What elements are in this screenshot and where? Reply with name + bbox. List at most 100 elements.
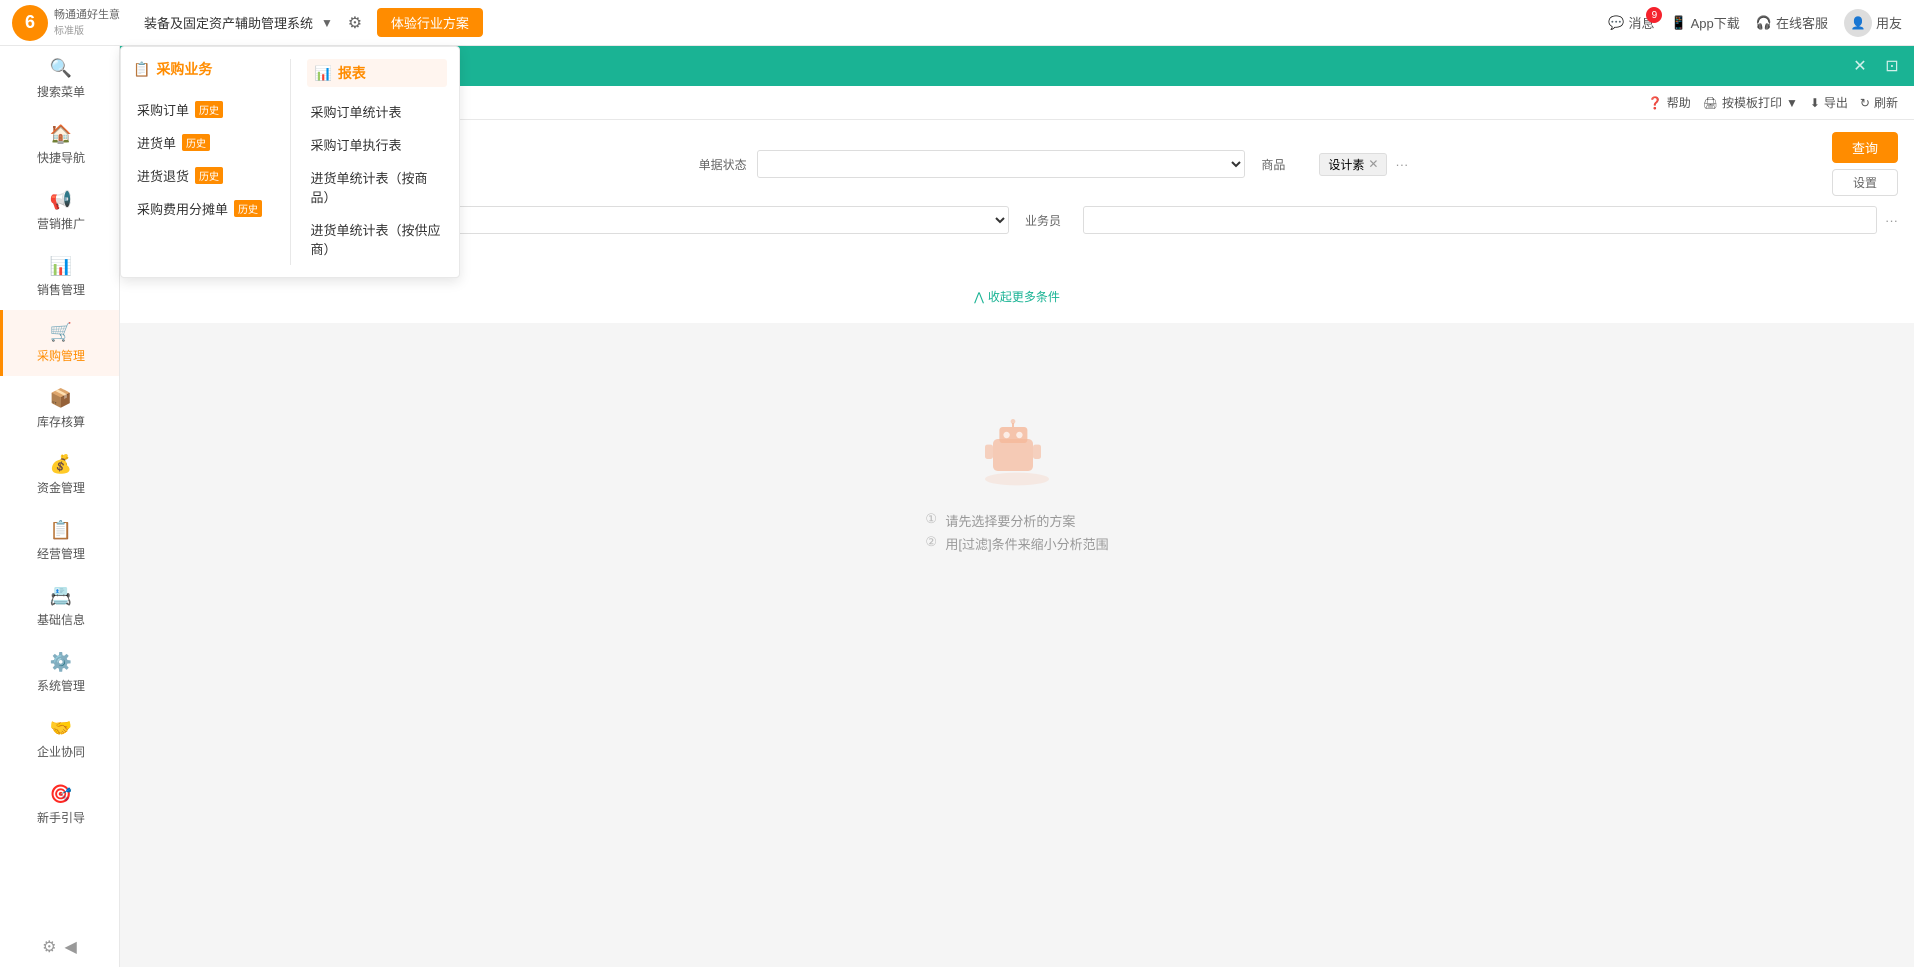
avatar: 👤 (1844, 9, 1872, 37)
dropdown-divider (290, 59, 291, 265)
return-history-badge: 历史 (195, 167, 223, 184)
dropdown-item-po-exec[interactable]: 采购订单执行表 (307, 128, 448, 161)
sidebar-item-sales[interactable]: 📊 销售管理 (0, 244, 119, 310)
sidebar-item-inventory-label: 库存核算 (37, 413, 85, 430)
refresh-icon: ↻ (1860, 96, 1870, 110)
dropdown-item-po[interactable]: 采购订单 历史 (133, 93, 274, 126)
dropdown-item-expense[interactable]: 采购费用分摊单 历史 (133, 192, 274, 225)
help-icon: ❓ (1648, 96, 1663, 110)
sidebar-item-purchase[interactable]: 🛒 采购管理 (0, 310, 119, 376)
sidebar-bottom: ⚙ ◀ (0, 927, 119, 967)
dropdown-item-receipt-stat-goods[interactable]: 进货单统计表（按商品） (307, 161, 448, 213)
help-btn[interactable]: ❓ 帮助 (1648, 94, 1691, 111)
refresh-btn[interactable]: ↻ 刷新 (1860, 94, 1898, 111)
doc-status-filter: 单据状态 (699, 150, 1246, 178)
dropdown-item-expense-label: 采购费用分摊单 (137, 199, 228, 218)
app-container: 6 畅通通好生意 标准版 装备及固定资产辅助管理系统 ▼ ⚙ 体验行业方案 💬 … (0, 0, 1914, 967)
empty-illustration (967, 411, 1067, 491)
sidebar-item-collab[interactable]: 🤝 企业协同 (0, 706, 119, 772)
collapse-btn[interactable]: ⋀ 收起更多条件 (136, 282, 1898, 311)
tab-maximize-btn[interactable]: ⊡ (1878, 52, 1906, 80)
operations-icon: 📋 (50, 520, 72, 541)
goods-tag-value: 设计素 (1328, 156, 1364, 173)
staff-input[interactable] (1083, 206, 1877, 234)
sidebar-item-home-label: 快捷导航 (37, 149, 85, 166)
goods-dots[interactable]: ··· (1395, 157, 1408, 172)
collapse-label: 收起更多条件 (988, 288, 1060, 305)
empty-tip-2: 用[过滤]条件来缩小分析范围 (925, 534, 1108, 553)
app-download-label: App下载 (1691, 13, 1740, 32)
sidebar-item-finance[interactable]: 💰 资金管理 (0, 442, 119, 508)
sidebar-item-operations[interactable]: 📋 经营管理 (0, 508, 119, 574)
dropdown-item-po-exec-label: 采购订单执行表 (311, 135, 402, 154)
goods-tag-close[interactable]: ✕ (1368, 157, 1378, 171)
sidebar-item-search[interactable]: 🔍 搜索菜单 (0, 46, 119, 112)
inventory-icon: 📦 (50, 388, 72, 409)
export-btn[interactable]: ⬇ 导出 (1810, 94, 1848, 111)
query-btn[interactable]: 查询 (1832, 132, 1898, 163)
print-icon: 🖨 (1703, 96, 1718, 110)
header-nav: 装备及固定资产辅助管理系统 ▼ ⚙ 体验行业方案 (132, 8, 1608, 37)
headset-icon: 🎧 (1756, 15, 1772, 31)
industry-btn[interactable]: 体验行业方案 (377, 8, 483, 37)
sidebar-item-search-label: 搜索菜单 (37, 83, 85, 100)
tab-close-window-btn[interactable]: ✕ (1846, 52, 1874, 80)
sidebar-item-collab-label: 企业协同 (37, 743, 85, 760)
collapse-icon: ⋀ (974, 290, 984, 304)
dropdown-columns: 📋 采购业务 采购订单 历史 进货单 历史 进货退货 历史 (121, 59, 459, 265)
dropdown-item-receipt[interactable]: 进货单 历史 (133, 126, 274, 159)
set-btn[interactable]: 设置 (1832, 169, 1898, 196)
print-label: 按模板打印 (1722, 94, 1782, 111)
print-btn[interactable]: 🖨 按模板打印 ▼ (1703, 94, 1798, 111)
dropdown-item-po-stat[interactable]: 采购订单统计表 (307, 95, 448, 128)
dropdown-col-reports: 📊 报表 采购订单统计表 采购订单执行表 进货单统计表（按商品） 进货单统计表（… (295, 59, 460, 265)
messages-btn[interactable]: 💬 消息 9 (1608, 13, 1654, 32)
print-dropdown-icon: ▼ (1786, 96, 1798, 110)
dropdown-item-receipt-stat-goods-label: 进货单统计表（按商品） (311, 168, 444, 206)
sidebar-item-marketing-label: 营销推广 (37, 215, 85, 232)
message-icon: 💬 (1608, 15, 1624, 31)
logo-text-area: 畅通通好生意 标准版 (54, 8, 120, 37)
header-right: 💬 消息 9 📱 App下载 🎧 在线客服 👤 用友 (1608, 9, 1902, 37)
system-icon: ⚙️ (50, 652, 72, 673)
sidebar-item-marketing[interactable]: 📢 营销推广 (0, 178, 119, 244)
app-download-btn[interactable]: 📱 App下载 (1670, 13, 1739, 32)
empty-tips: 请先选择要分析的方案 用[过滤]条件来缩小分析范围 (925, 507, 1108, 557)
dropdown-item-return[interactable]: 进货退货 历史 (133, 159, 274, 192)
sidebar-item-home[interactable]: 🏠 快捷导航 (0, 112, 119, 178)
sidebar-item-basic[interactable]: 📇 基础信息 (0, 574, 119, 640)
user-btn[interactable]: 👤 用友 (1844, 9, 1902, 37)
sidebar-collapse-btn[interactable]: ◀ (65, 937, 77, 957)
sidebar-item-purchase-label: 采购管理 (37, 347, 85, 364)
basic-icon: 📇 (50, 586, 72, 607)
sidebar-item-sales-label: 销售管理 (37, 281, 85, 298)
sidebar-item-system[interactable]: ⚙️ 系统管理 (0, 640, 119, 706)
collab-icon: 🤝 (50, 718, 72, 739)
main-layout: 🔍 搜索菜单 🏠 快捷导航 📢 营销推广 📊 销售管理 🛒 采购管理 📦 (0, 46, 1914, 967)
sidebar-item-operations-label: 经营管理 (37, 545, 85, 562)
filter-actions: 查询 设置 (1832, 132, 1898, 196)
guide-icon: 🎯 (50, 784, 72, 805)
online-service-btn[interactable]: 🎧 在线客服 (1756, 13, 1828, 32)
phone-icon: 📱 (1670, 15, 1686, 31)
sidebar-item-guide-label: 新手引导 (37, 809, 85, 826)
sidebar-settings-btn[interactable]: ⚙ (42, 937, 56, 957)
home-icon: 🏠 (50, 124, 72, 145)
settings-btn[interactable]: ⚙ (341, 9, 369, 37)
dropdown-item-receipt-stat-supplier[interactable]: 进货单统计表（按供应商） (307, 213, 448, 265)
goods-label: 商品 (1261, 156, 1311, 173)
purchase-biz-icon: 📋 (133, 61, 150, 78)
sidebar: 🔍 搜索菜单 🏠 快捷导航 📢 营销推广 📊 销售管理 🛒 采购管理 📦 (0, 46, 120, 967)
system-dropdown-btn[interactable]: ▼ (321, 16, 333, 30)
staff-dots[interactable]: ··· (1885, 213, 1898, 228)
sidebar-item-guide[interactable]: 🎯 新手引导 (0, 772, 119, 838)
report-label: 报表 (338, 63, 366, 83)
empty-tip-1: 请先选择要分析的方案 (925, 511, 1108, 530)
sidebar-item-inventory[interactable]: 📦 库存核算 (0, 376, 119, 442)
dropdown-col1-title: 📋 采购业务 (133, 59, 274, 85)
dropdown-item-receipt-label: 进货单 (137, 133, 176, 152)
logo-text: 畅通通好生意 (54, 8, 120, 22)
doc-status-select[interactable] (757, 150, 1246, 178)
tab-bar-actions: ✕ ⊡ (1846, 52, 1914, 80)
logo-area: 6 畅通通好生意 标准版 (12, 5, 132, 41)
